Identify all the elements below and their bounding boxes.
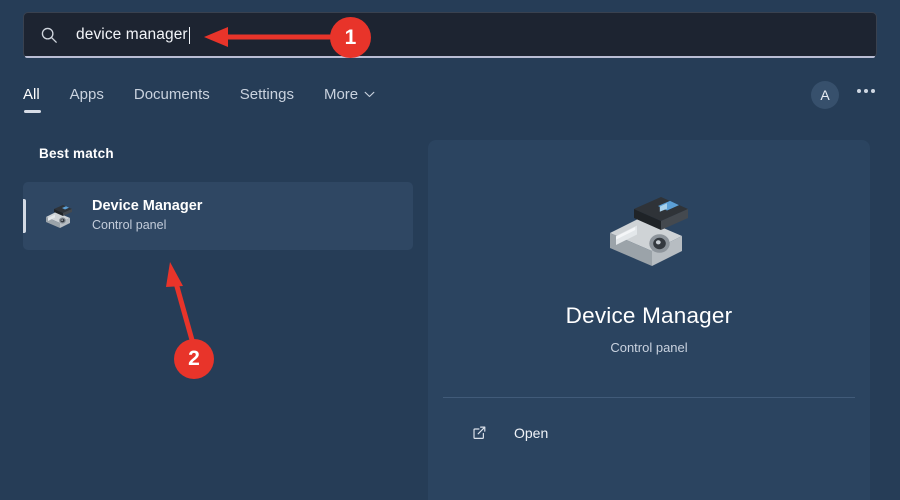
tab-more[interactable]: More — [324, 84, 375, 113]
chevron-down-icon — [364, 91, 375, 98]
open-action[interactable]: Open — [443, 424, 855, 441]
ellipsis-icon[interactable] — [857, 89, 875, 93]
preview-subtitle: Control panel — [610, 340, 687, 355]
result-text-block: Device Manager Control panel — [92, 197, 202, 235]
tab-apps-label: Apps — [70, 86, 104, 103]
open-external-icon — [471, 424, 488, 441]
preview-panel: Device Manager Control panel Open — [428, 140, 870, 500]
best-match-result[interactable]: Device Manager Control panel — [23, 182, 413, 250]
tab-documents-label: Documents — [134, 86, 210, 103]
best-match-heading: Best match — [39, 146, 413, 161]
tab-documents[interactable]: Documents — [134, 84, 210, 113]
annotation-badge-2: 2 — [174, 339, 214, 379]
filter-tabs: All Apps Documents Settings More A — [23, 84, 877, 124]
search-icon — [40, 26, 58, 44]
tab-all-label: All — [23, 86, 40, 103]
ellipsis-dot — [857, 89, 861, 93]
avatar[interactable]: A — [811, 81, 839, 109]
preview-divider — [443, 397, 855, 398]
ellipsis-dot — [871, 89, 875, 93]
preview-title: Device Manager — [566, 303, 733, 329]
tab-settings-label: Settings — [240, 86, 294, 103]
device-manager-icon — [43, 200, 75, 232]
tab-apps[interactable]: Apps — [70, 84, 104, 113]
results-column: Best match Device Manager Control panel — [23, 146, 413, 250]
device-manager-icon-large — [601, 182, 697, 278]
avatar-letter: A — [820, 87, 829, 103]
result-subtitle: Control panel — [92, 216, 202, 235]
annotation-badge-2-label: 2 — [188, 347, 200, 371]
tab-all[interactable]: All — [23, 84, 40, 113]
search-input[interactable]: device manager — [23, 12, 877, 58]
search-input-value: device manager — [76, 26, 188, 44]
open-action-label: Open — [514, 425, 548, 441]
result-title: Device Manager — [92, 197, 202, 217]
tab-more-label: More — [324, 86, 358, 103]
tab-settings[interactable]: Settings — [240, 84, 294, 113]
text-caret — [189, 27, 190, 44]
ellipsis-dot — [864, 89, 868, 93]
